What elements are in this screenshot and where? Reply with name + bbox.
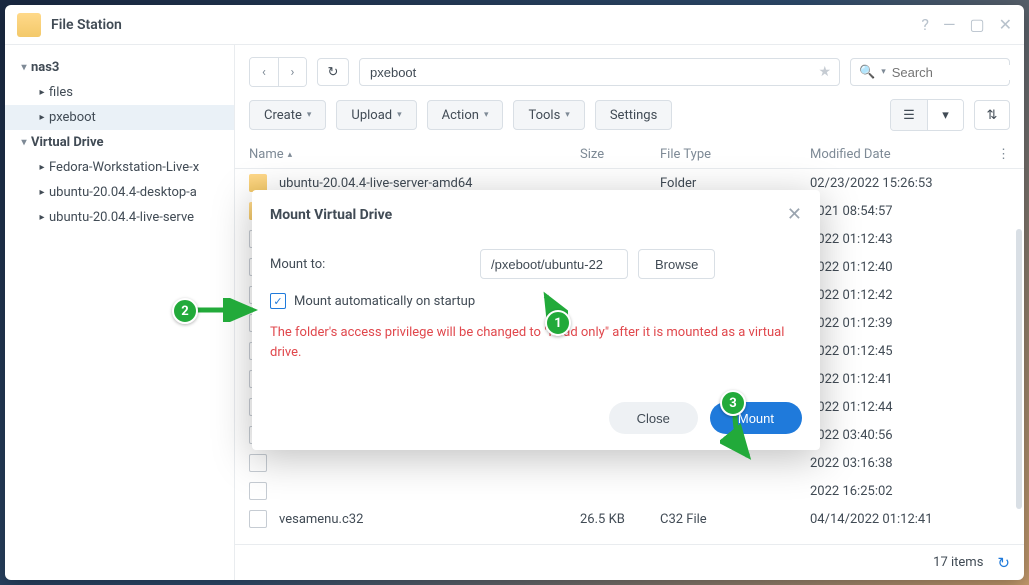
file-date: 2022 01:12:41: [810, 372, 990, 387]
file-date: 2021 08:54:57: [810, 204, 990, 219]
callout-2: 2: [172, 298, 198, 324]
search-icon: 🔍: [859, 65, 875, 80]
tree-item-ubuntu-desktop[interactable]: ▸ubuntu-20.04.4-desktop-a: [5, 180, 234, 205]
file-date: 2022 03:40:56: [810, 428, 990, 443]
refresh-icon[interactable]: ↻: [997, 554, 1010, 572]
titlebar: File Station ? — ▢ ✕: [5, 5, 1024, 45]
tree-item-fedora[interactable]: ▸Fedora-Workstation-Live-x: [5, 155, 234, 180]
view-dropdown-button[interactable]: ▾: [927, 100, 963, 130]
table-row[interactable]: 2022 16:25:02: [235, 477, 1024, 505]
col-date-header[interactable]: Modified Date: [810, 147, 990, 162]
app-title: File Station: [51, 17, 122, 33]
app-icon: [17, 13, 41, 37]
nav-forward-button[interactable]: ›: [278, 58, 306, 86]
file-date: 2022 01:12:45: [810, 344, 990, 359]
browse-button[interactable]: Browse: [638, 249, 715, 279]
upload-button[interactable]: Upload▾: [336, 100, 416, 130]
auto-mount-checkbox[interactable]: ✓: [270, 293, 286, 309]
file-date: 2022 01:12:39: [810, 316, 990, 331]
file-type: C32 File: [660, 512, 810, 527]
mount-to-label: Mount to:: [270, 257, 480, 272]
dialog-title: Mount Virtual Drive: [270, 207, 392, 223]
callout-3: 3: [720, 390, 746, 416]
file-date: 2022 01:12:40: [810, 260, 990, 275]
path-input[interactable]: [370, 59, 811, 85]
file-icon: [249, 482, 267, 500]
tree-root-virtual-drive[interactable]: ▾Virtual Drive: [5, 130, 234, 155]
warning-text: The folder's access privilege will be ch…: [270, 323, 802, 362]
col-menu-icon[interactable]: ⋮: [990, 147, 1010, 162]
close-icon[interactable]: ✕: [999, 15, 1012, 34]
file-date: 2022 01:12:43: [810, 232, 990, 247]
callout-1: 1: [545, 310, 571, 336]
scrollbar[interactable]: [1016, 229, 1022, 509]
dialog-close-button[interactable]: ✕: [787, 204, 802, 225]
tree-item-files[interactable]: ▸files: [5, 80, 234, 105]
maximize-icon[interactable]: ▢: [969, 15, 984, 34]
settings-button[interactable]: Settings: [595, 100, 672, 130]
file-type: Folder: [660, 176, 810, 191]
file-date: 02/23/2022 15:26:53: [810, 176, 990, 191]
arrow-2-icon: [195, 298, 265, 322]
path-field[interactable]: ★: [359, 58, 840, 86]
dialog-close-action-button[interactable]: Close: [609, 402, 698, 434]
tree-item-ubuntu-live-server[interactable]: ▸ubuntu-20.04.4-live-serve: [5, 205, 234, 230]
file-date: 2022 16:25:02: [810, 484, 990, 499]
file-date: 04/14/2022 01:12:41: [810, 512, 990, 527]
tree-root-nas3[interactable]: ▾nas3: [5, 55, 234, 80]
auto-mount-checkbox-row[interactable]: ✓ Mount automatically on startup: [270, 293, 802, 309]
auto-mount-label: Mount automatically on startup: [294, 294, 475, 309]
file-date: 2022 03:16:38: [810, 456, 990, 471]
nav-back-button[interactable]: ‹: [250, 58, 278, 86]
star-icon[interactable]: ★: [818, 64, 831, 80]
footer: 17 items ↻: [235, 544, 1024, 580]
help-icon[interactable]: ?: [921, 15, 929, 34]
col-type-header[interactable]: File Type: [660, 147, 810, 162]
chevron-down-icon[interactable]: ▾: [881, 67, 886, 77]
table-row[interactable]: vesamenu.c32 26.5 KBC32 File04/14/2022 01…: [235, 505, 1024, 533]
action-button[interactable]: Action▾: [427, 100, 504, 130]
col-size-header[interactable]: Size: [580, 147, 660, 162]
tools-button[interactable]: Tools▾: [513, 100, 584, 130]
item-count: 17 items: [933, 555, 983, 570]
file-icon: [249, 454, 267, 472]
table-row[interactable]: 2022 03:16:38: [235, 449, 1024, 477]
file-name: vesamenu.c32: [279, 512, 363, 527]
search-box[interactable]: 🔍▾: [850, 58, 1010, 86]
minimize-icon[interactable]: —: [943, 15, 956, 34]
sort-asc-icon: ▴: [288, 150, 293, 160]
file-date: 2022 01:12:44: [810, 400, 990, 415]
tree-item-pxeboot[interactable]: ▸pxeboot: [5, 105, 234, 130]
file-date: 2022 01:12:42: [810, 288, 990, 303]
sort-button[interactable]: ⇅: [974, 100, 1010, 130]
col-name-header[interactable]: Name ▴: [249, 147, 580, 162]
reload-button[interactable]: ↻: [317, 58, 349, 86]
search-input[interactable]: [892, 65, 1024, 80]
mount-to-input[interactable]: [480, 249, 628, 279]
nav-buttons: ‹ ›: [249, 57, 307, 87]
file-icon: [249, 510, 267, 528]
table-header: Name ▴ Size File Type Modified Date ⋮: [235, 141, 1024, 169]
create-button[interactable]: Create▾: [249, 100, 326, 130]
file-name: ubuntu-20.04.4-live-server-amd64: [279, 176, 472, 191]
arrow-3-icon: [720, 410, 760, 465]
view-list-button[interactable]: ☰: [891, 100, 927, 130]
file-size: 26.5 KB: [580, 512, 660, 527]
